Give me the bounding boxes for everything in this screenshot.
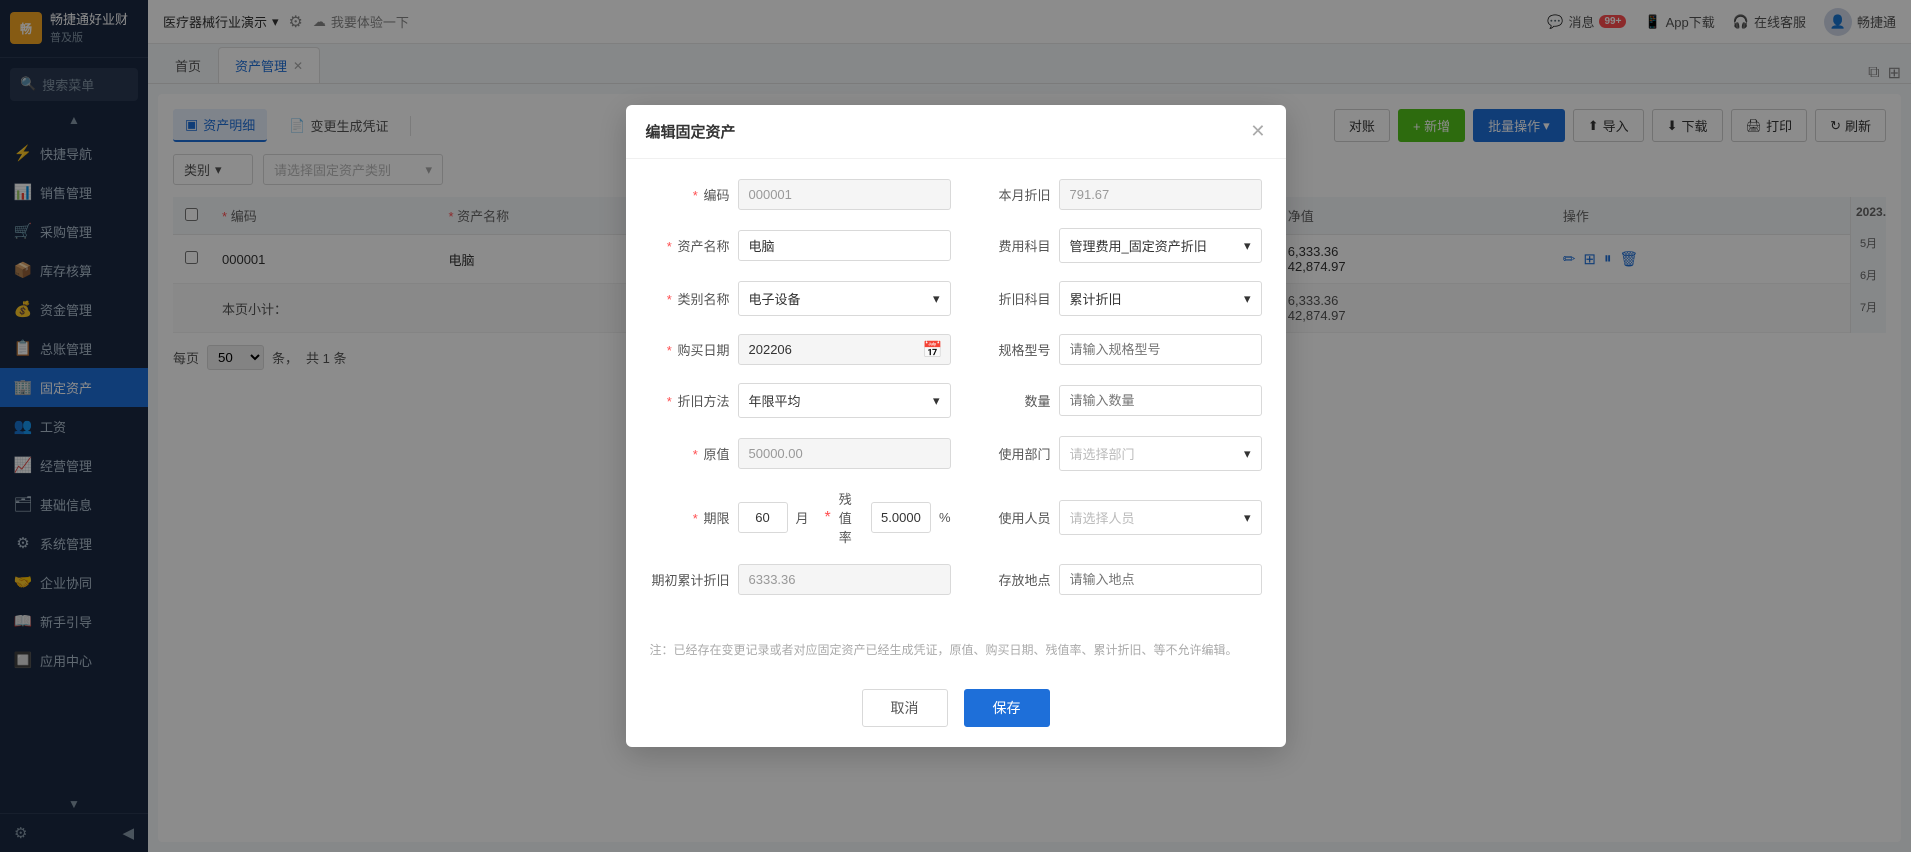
- chevron-down-icon: ▾: [1244, 510, 1251, 526]
- purchase-date-label: 购买日期: [677, 343, 729, 358]
- residual-rate-input[interactable]: [871, 502, 931, 533]
- quantity-label: 数量: [961, 391, 1051, 410]
- initial-accumulated-input[interactable]: [738, 564, 951, 595]
- dialog-note: 注：已经存在变更记录或者对应固定资产已经生成凭证，原值、购买日期、残值率、累计折…: [626, 633, 1286, 676]
- save-button[interactable]: 保存: [964, 689, 1050, 727]
- form-row-dep-method: * 折旧方法 年限平均 ▾ 数量: [650, 383, 1262, 418]
- expense-subject-label: 费用科目: [961, 236, 1051, 255]
- expense-subject-select[interactable]: 管理费用_固定资产折旧 ▾: [1059, 228, 1262, 263]
- dialog-body: * 编码 本月折旧 * 资产名称: [626, 159, 1286, 633]
- form-row-period: * 期限 月 * 残值率 % 使用人员 请选择人员 ▾: [650, 489, 1262, 546]
- period-unit: 月: [796, 508, 809, 527]
- dep-subject-label: 折旧科目: [961, 289, 1051, 308]
- spec-input[interactable]: [1059, 334, 1262, 365]
- location-label: 存放地点: [961, 570, 1051, 589]
- department-select[interactable]: 请选择部门 ▾: [1059, 436, 1262, 471]
- dialog-header: 编辑固定资产 ✕: [626, 105, 1286, 159]
- form-row-name: * 资产名称 费用科目 管理费用_固定资产折旧 ▾: [650, 228, 1262, 263]
- initial-accumulated-label: 期初累计折旧: [651, 573, 729, 588]
- spec-label: 规格型号: [961, 340, 1051, 359]
- form-row-code: * 编码 本月折旧: [650, 179, 1262, 210]
- monthly-dep-input[interactable]: [1059, 179, 1262, 210]
- original-value-input[interactable]: [738, 438, 951, 469]
- dialog-title: 编辑固定资产: [646, 121, 736, 142]
- code-label: 编码: [703, 188, 729, 203]
- user-select[interactable]: 请选择人员 ▾: [1059, 500, 1262, 535]
- chevron-down-icon: ▾: [1244, 238, 1251, 254]
- form-row-initial-accumulated: 期初累计折旧 存放地点: [650, 564, 1262, 595]
- chevron-down-icon: ▾: [1244, 291, 1251, 307]
- dep-method-select[interactable]: 年限平均 ▾: [738, 383, 951, 418]
- dep-subject-select[interactable]: 累计折旧 ▾: [1059, 281, 1262, 316]
- user-label: 使用人员: [961, 508, 1051, 527]
- chevron-down-icon: ▾: [933, 393, 940, 409]
- dialog-overlay: 编辑固定资产 ✕ * 编码 本月折旧: [0, 0, 1911, 852]
- name-input[interactable]: [738, 230, 951, 261]
- form-row-purchase-date: * 购买日期 📅 规格型号: [650, 334, 1262, 365]
- residual-rate-unit: %: [939, 510, 951, 525]
- period-input[interactable]: [738, 502, 788, 533]
- dep-method-label: 折旧方法: [677, 394, 729, 409]
- purchase-date-input[interactable]: [738, 334, 951, 365]
- residual-rate-label: 残值率: [839, 489, 863, 546]
- name-label: 资产名称: [677, 239, 729, 254]
- quantity-input[interactable]: [1059, 385, 1262, 416]
- edit-asset-dialog: 编辑固定资产 ✕ * 编码 本月折旧: [626, 105, 1286, 746]
- monthly-dep-label: 本月折旧: [961, 185, 1051, 204]
- chevron-down-icon: ▾: [933, 291, 940, 307]
- form-row-original-value: * 原值 使用部门 请选择部门 ▾: [650, 436, 1262, 471]
- period-label: 期限: [703, 511, 729, 526]
- department-label: 使用部门: [961, 444, 1051, 463]
- category-select[interactable]: 电子设备 ▾: [738, 281, 951, 316]
- dialog-footer: 取消 保存: [626, 677, 1286, 747]
- code-input[interactable]: [738, 179, 951, 210]
- category-label: 类别名称: [677, 292, 729, 307]
- chevron-down-icon: ▾: [1244, 446, 1251, 462]
- original-value-label: 原值: [703, 447, 729, 462]
- calendar-icon[interactable]: 📅: [923, 340, 943, 360]
- location-input[interactable]: [1059, 564, 1262, 595]
- dialog-note-text: 注：已经存在变更记录或者对应固定资产已经生成凭证，原值、购买日期、残值率、累计折…: [650, 643, 1238, 657]
- dialog-close-button[interactable]: ✕: [1250, 121, 1265, 142]
- form-row-category: * 类别名称 电子设备 ▾ 折旧科目 累计折旧 ▾: [650, 281, 1262, 316]
- cancel-button[interactable]: 取消: [862, 689, 948, 727]
